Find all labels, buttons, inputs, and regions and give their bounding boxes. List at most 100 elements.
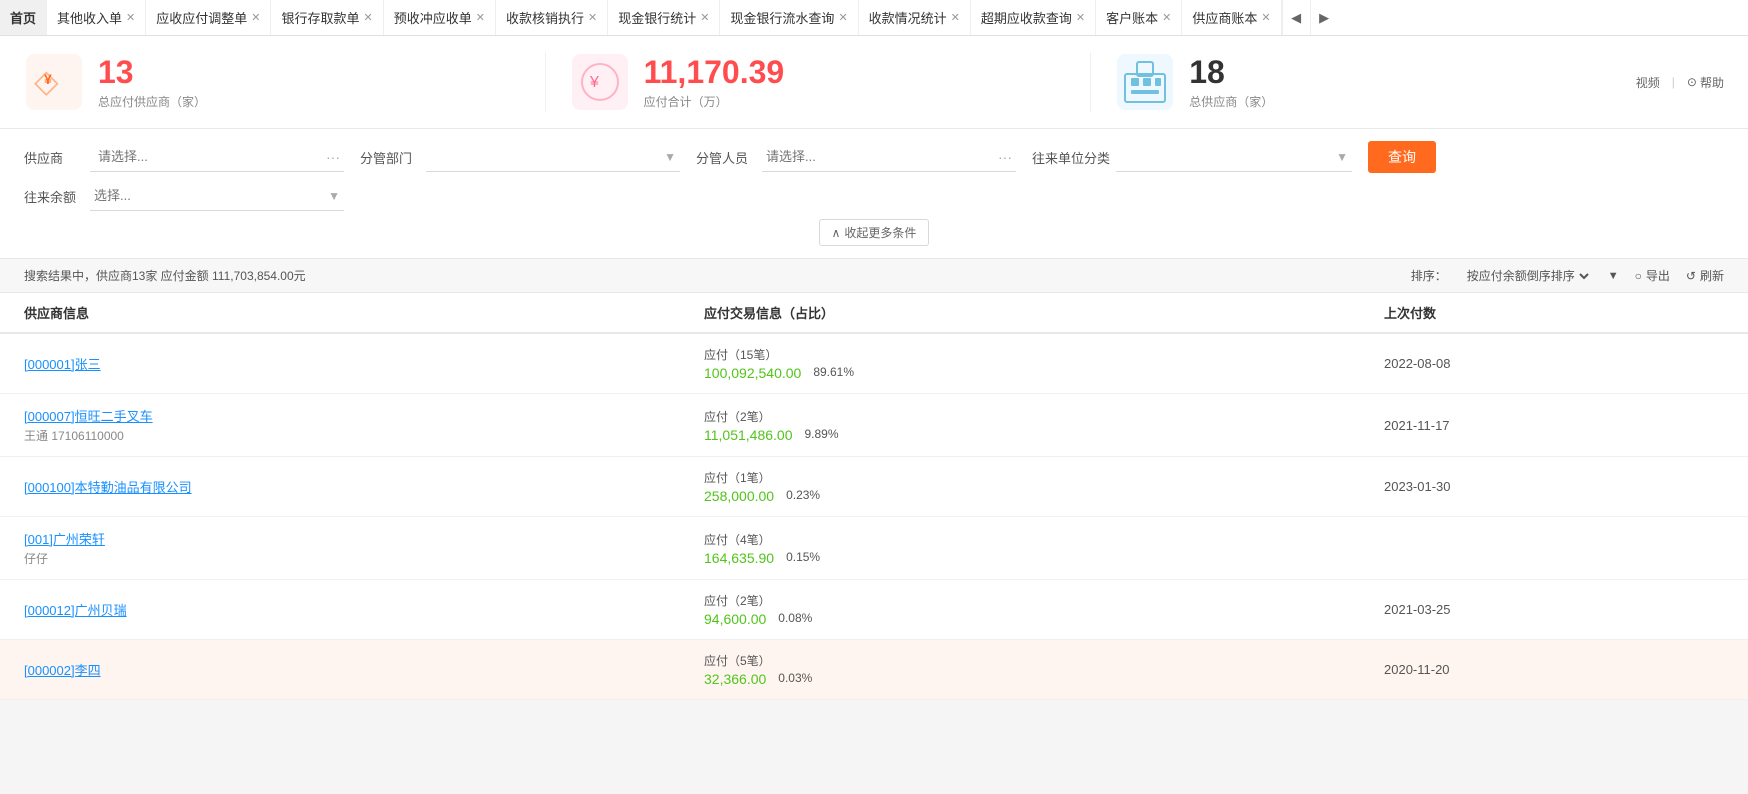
balance-chevron-icon[interactable]: ▼ bbox=[328, 189, 340, 203]
nav-prepay[interactable]: 预收冲应收单 ✕ bbox=[384, 0, 496, 36]
nav-collect-stat-close[interactable]: ✕ bbox=[951, 11, 960, 24]
nav-bank-deposit-close[interactable]: ✕ bbox=[364, 11, 373, 24]
category-input-wrapper[interactable]: ▼ bbox=[1116, 142, 1352, 172]
table-row[interactable]: [000007]恒旺二手叉车 王通 17106110000 应付（2笔） 11,… bbox=[0, 394, 1748, 457]
nav-collect[interactable]: 收款核销执行 ✕ bbox=[496, 0, 608, 36]
dept-input[interactable] bbox=[430, 149, 664, 164]
nav-customer-ledger-close[interactable]: ✕ bbox=[1162, 11, 1171, 24]
table-row[interactable]: [000002]李四 应付（5笔） 32,366.00 0.03% 2020-1… bbox=[0, 640, 1748, 700]
payable-label: 应付（5笔） bbox=[704, 652, 1384, 669]
video-link[interactable]: 视频 bbox=[1636, 74, 1660, 91]
nav-prepay-close[interactable]: ✕ bbox=[476, 11, 485, 24]
person-input-wrapper[interactable]: ··· bbox=[762, 142, 1016, 172]
sort-label: 排序： bbox=[1411, 267, 1447, 284]
last-pay-date: 2022-08-08 bbox=[1384, 356, 1451, 371]
help-separator: | bbox=[1672, 75, 1675, 89]
nav-overdue[interactable]: 超期应收款查询 ✕ bbox=[971, 0, 1096, 36]
nav-bank-deposit[interactable]: 银行存取款单 ✕ bbox=[271, 0, 383, 36]
svg-text:¥: ¥ bbox=[44, 71, 52, 87]
nav-supplier-ledger-label: 供应商账本 bbox=[1192, 8, 1257, 27]
supplier-link[interactable]: [000001]张三 bbox=[24, 354, 704, 373]
lastpay-cell: 2021-03-25 bbox=[1384, 602, 1724, 617]
help-link[interactable]: ⊙ 帮助 bbox=[1687, 74, 1724, 91]
sort-chevron-icon: ▼ bbox=[1608, 270, 1619, 282]
nav-other-income[interactable]: 其他收入单 ✕ bbox=[47, 0, 146, 36]
balance-input-wrapper[interactable]: ▼ bbox=[90, 181, 344, 211]
last-pay-date: 2023-01-30 bbox=[1384, 479, 1451, 494]
payable-percent: 0.15% bbox=[786, 550, 820, 564]
nav-cash-bank-stat-label: 现金银行统计 bbox=[618, 8, 696, 27]
nav-scroll-right[interactable]: ▶ bbox=[1310, 0, 1338, 36]
nav-other-income-close[interactable]: ✕ bbox=[126, 11, 135, 24]
stat-payable-total-text: 11,170.39 应付合计（万） bbox=[644, 54, 785, 110]
filter-area: 供应商 ··· 分管部门 ▼ 分管人员 ··· 往来单位分类 ▼ bbox=[0, 129, 1748, 259]
nav-customer-ledger[interactable]: 客户账本 ✕ bbox=[1096, 0, 1182, 36]
supplier-input[interactable] bbox=[94, 142, 326, 172]
payable-label: 应付（1笔） bbox=[704, 469, 1384, 486]
search-button[interactable]: 查询 bbox=[1368, 141, 1436, 173]
payable-total-icon: ¥ bbox=[570, 52, 630, 112]
category-input[interactable] bbox=[1120, 149, 1336, 164]
filter-row-1: 供应商 ··· 分管部门 ▼ 分管人员 ··· 往来单位分类 ▼ bbox=[24, 141, 1724, 173]
payable-info: 164,635.90 0.15% bbox=[704, 548, 1384, 566]
nav-collect-close[interactable]: ✕ bbox=[588, 11, 597, 24]
filter-dept: 分管部门 ▼ bbox=[360, 142, 680, 172]
supplier-link[interactable]: [000007]恒旺二手叉车 bbox=[24, 406, 704, 425]
supplier-input-wrapper[interactable]: ··· bbox=[90, 142, 344, 172]
refresh-button[interactable]: ↺ 刷新 bbox=[1686, 267, 1724, 284]
supplier-link[interactable]: [000002]李四 bbox=[24, 660, 704, 679]
person-dots-icon[interactable]: ··· bbox=[998, 149, 1012, 165]
supplier-link[interactable]: [000012]广州贝瑞 bbox=[24, 600, 704, 619]
payable-info: 258,000.00 0.23% bbox=[704, 486, 1384, 504]
payable-cell: 应付（5笔） 32,366.00 0.03% bbox=[704, 652, 1384, 687]
lastpay-cell: 2022-08-08 bbox=[1384, 356, 1724, 371]
balance-input[interactable] bbox=[94, 188, 328, 203]
category-chevron-icon[interactable]: ▼ bbox=[1336, 150, 1348, 164]
nav-supplier-ledger-close[interactable]: ✕ bbox=[1261, 11, 1270, 24]
supplier-link[interactable]: [000100]本特勤油品有限公司 bbox=[24, 477, 704, 496]
supplier-dots-icon[interactable]: ··· bbox=[326, 149, 340, 165]
nav-cash-bank-flow[interactable]: 现金银行流水查询 ✕ bbox=[720, 0, 858, 36]
payable-percent: 89.61% bbox=[813, 365, 854, 379]
payable-amount[interactable]: 11,051,486.00 bbox=[704, 427, 793, 443]
nav-home[interactable]: 首页 bbox=[0, 0, 47, 36]
table-row[interactable]: [000001]张三 应付（15笔） 100,092,540.00 89.61%… bbox=[0, 334, 1748, 394]
refresh-icon: ↺ bbox=[1686, 269, 1696, 283]
payable-amount[interactable]: 164,635.90 bbox=[704, 550, 774, 566]
export-label: 导出 bbox=[1646, 267, 1670, 284]
nav-cash-bank-stat-close[interactable]: ✕ bbox=[700, 11, 709, 24]
payable-cell: 应付（1笔） 258,000.00 0.23% bbox=[704, 469, 1384, 504]
person-input[interactable] bbox=[766, 149, 998, 164]
sort-select[interactable]: 按应付余额倒序排序 bbox=[1463, 268, 1592, 284]
nav-ar-adjust[interactable]: 应收应付调整单 ✕ bbox=[146, 0, 271, 36]
filter-supplier: 供应商 ··· bbox=[24, 142, 344, 172]
payable-amount[interactable]: 100,092,540.00 bbox=[704, 365, 801, 381]
table-row[interactable]: [001]广州荣轩 仔仔 应付（4笔） 164,635.90 0.15% bbox=[0, 517, 1748, 580]
collapse-button[interactable]: ∧ 收起更多条件 bbox=[819, 219, 930, 246]
svg-text:¥: ¥ bbox=[589, 74, 599, 91]
nav-cash-bank-flow-close[interactable]: ✕ bbox=[838, 11, 847, 24]
nav-ar-adjust-close[interactable]: ✕ bbox=[251, 11, 260, 24]
nav-home-label: 首页 bbox=[10, 8, 36, 27]
category-label: 往来单位分类 bbox=[1032, 148, 1110, 167]
nav-collect-stat[interactable]: 收款情况统计 ✕ bbox=[859, 0, 971, 36]
nav-supplier-ledger[interactable]: 供应商账本 ✕ bbox=[1182, 0, 1281, 36]
dept-input-wrapper[interactable]: ▼ bbox=[426, 142, 680, 172]
supplier-info-cell: [000002]李四 bbox=[24, 660, 704, 679]
nav-scroll-left[interactable]: ◀ bbox=[1282, 0, 1310, 36]
total-suppliers-icon bbox=[1115, 52, 1175, 112]
person-label: 分管人员 bbox=[696, 148, 756, 167]
payable-amount[interactable]: 32,366.00 bbox=[704, 671, 766, 687]
payable-amount[interactable]: 94,600.00 bbox=[704, 611, 766, 627]
nav-overdue-close[interactable]: ✕ bbox=[1076, 11, 1085, 24]
table-row[interactable]: [000012]广州贝瑞 应付（2笔） 94,600.00 0.08% 2021… bbox=[0, 580, 1748, 640]
payable-amount[interactable]: 258,000.00 bbox=[704, 488, 774, 504]
supplier-link[interactable]: [001]广州荣轩 bbox=[24, 529, 704, 548]
export-button[interactable]: ○ 导出 bbox=[1635, 267, 1670, 284]
filter-category: 往来单位分类 ▼ bbox=[1032, 142, 1352, 172]
nav-cash-bank-stat[interactable]: 现金银行统计 ✕ bbox=[608, 0, 720, 36]
dept-chevron-icon[interactable]: ▼ bbox=[664, 150, 676, 164]
payable-percent: 0.08% bbox=[778, 611, 812, 625]
table-row[interactable]: [000100]本特勤油品有限公司 应付（1笔） 258,000.00 0.23… bbox=[0, 457, 1748, 517]
col-header-payable: 应付交易信息（占比） bbox=[704, 303, 1384, 322]
